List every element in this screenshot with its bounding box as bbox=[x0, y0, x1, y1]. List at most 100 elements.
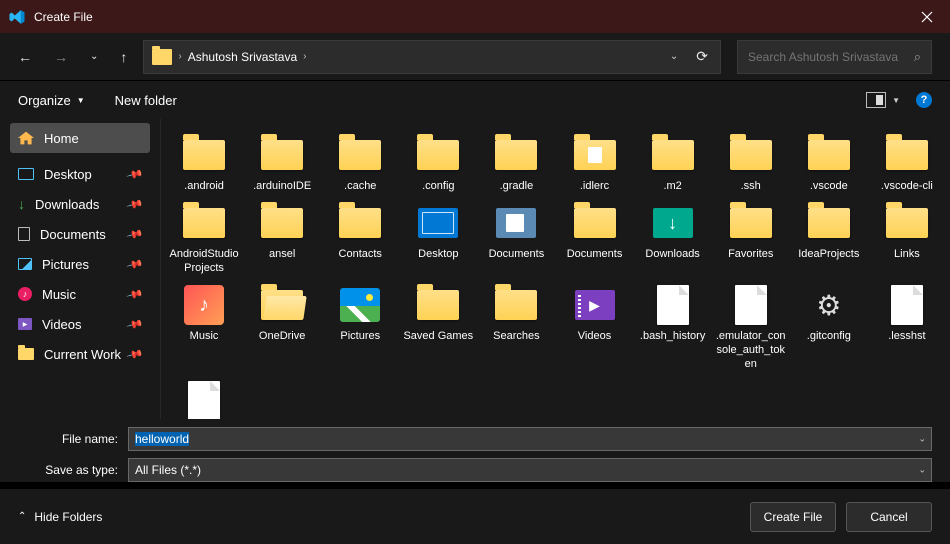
grid-item[interactable]: .emulator_console_auth_token bbox=[714, 279, 788, 375]
grid-item[interactable]: .m2 bbox=[636, 129, 710, 197]
filename-input[interactable] bbox=[128, 427, 932, 451]
view-mode-button[interactable]: ▼ bbox=[866, 92, 900, 108]
sidebar-item-documents[interactable]: Documents📌 bbox=[10, 219, 150, 249]
sidebar-item-home[interactable]: Home bbox=[10, 123, 150, 153]
grid-item[interactable]: ⚙.gitconfig bbox=[792, 279, 866, 375]
search-input[interactable] bbox=[748, 50, 914, 64]
sidebar-item-videos[interactable]: Videos 📌 bbox=[10, 309, 150, 339]
grid-item[interactable]: Links bbox=[870, 197, 944, 279]
item-label: .android bbox=[168, 179, 240, 193]
grid-item[interactable]: ♪Music bbox=[167, 279, 241, 375]
grid-item[interactable]: Contacts bbox=[323, 197, 397, 279]
sidebar-item-pictures[interactable]: Pictures📌 bbox=[10, 249, 150, 279]
music-folder-icon: ♪ bbox=[184, 285, 224, 325]
folder-icon bbox=[417, 290, 459, 320]
grid-item[interactable] bbox=[167, 375, 241, 419]
grid-item[interactable]: .cache bbox=[323, 129, 397, 197]
sidebar-item-current-work[interactable]: Current Work📌 bbox=[10, 339, 150, 369]
file-grid[interactable]: .android .arduinoIDE .cache.config .gradle.… bbox=[160, 119, 950, 419]
sidebar-item-label: Videos bbox=[42, 317, 82, 332]
organize-button[interactable]: Organize ▼ bbox=[18, 93, 85, 108]
chevron-up-icon: ⌃ bbox=[18, 511, 26, 522]
grid-item[interactable]: Pictures bbox=[323, 279, 397, 375]
item-label: .arduinoIDE bbox=[246, 179, 318, 193]
item-label: Documents bbox=[559, 247, 631, 261]
grid-item[interactable]: .bash_history bbox=[636, 279, 710, 375]
downloads-icon: ↓ bbox=[18, 196, 25, 212]
breadcrumb-segment[interactable]: Ashutosh Srivastava bbox=[188, 50, 297, 64]
grid-item[interactable]: Favorites bbox=[714, 197, 788, 279]
navbar: ← → ⌄ ↑ › Ashutosh Srivastava › ⌄ ⟳ ⌕ bbox=[0, 33, 950, 81]
hide-folders-button[interactable]: ⌃ Hide Folders bbox=[18, 510, 102, 524]
item-label: Pictures bbox=[324, 329, 396, 343]
grid-item[interactable]: .vscode bbox=[792, 129, 866, 197]
grid-item[interactable]: .lesshst bbox=[870, 279, 944, 375]
folder-icon bbox=[339, 208, 381, 238]
home-icon bbox=[18, 130, 34, 146]
up-button[interactable]: ↑ bbox=[120, 49, 127, 65]
grid-item[interactable]: ansel bbox=[245, 197, 319, 279]
titlebar: Create File bbox=[0, 0, 950, 33]
new-folder-button[interactable]: New folder bbox=[115, 93, 177, 108]
documents-folder-icon bbox=[496, 208, 536, 238]
folder-icon bbox=[730, 140, 772, 170]
folder-icon bbox=[730, 208, 772, 238]
grid-item[interactable]: Videos bbox=[558, 279, 632, 375]
savetype-label: Save as type: bbox=[18, 463, 128, 477]
recent-dropdown[interactable]: ⌄ bbox=[90, 51, 98, 62]
folder-icon bbox=[495, 290, 537, 320]
grid-item[interactable]: .idlerc bbox=[558, 129, 632, 197]
music-icon bbox=[18, 287, 32, 301]
item-label: .gitconfig bbox=[793, 329, 865, 343]
desktop-icon bbox=[18, 168, 34, 180]
grid-item[interactable]: Documents bbox=[558, 197, 632, 279]
savetype-select[interactable] bbox=[128, 458, 932, 482]
grid-item[interactable]: .ssh bbox=[714, 129, 788, 197]
grid-item[interactable]: Desktop bbox=[401, 197, 475, 279]
grid-item[interactable]: OneDrive bbox=[245, 279, 319, 375]
cancel-button[interactable]: Cancel bbox=[846, 502, 932, 532]
item-label: Desktop bbox=[402, 247, 474, 261]
sidebar-item-desktop[interactable]: Desktop📌 bbox=[10, 159, 150, 189]
forward-button[interactable]: → bbox=[54, 49, 68, 65]
item-label: Searches bbox=[480, 329, 552, 343]
item-label: .m2 bbox=[637, 179, 709, 193]
item-label: Favorites bbox=[715, 247, 787, 261]
grid-item[interactable]: .gradle bbox=[479, 129, 553, 197]
search-icon: ⌕ bbox=[914, 49, 921, 65]
search-box[interactable]: ⌕ bbox=[737, 40, 932, 74]
folder-icon bbox=[183, 140, 225, 170]
item-label: .bash_history bbox=[637, 329, 709, 343]
sidebar-item-music[interactable]: Music📌 bbox=[10, 279, 150, 309]
help-button[interactable]: ? bbox=[916, 92, 932, 108]
item-label: AndroidStudioProjects bbox=[168, 247, 240, 275]
folder-icon bbox=[495, 140, 537, 170]
sidebar-item-label: Documents bbox=[40, 227, 106, 242]
grid-item[interactable]: Saved Games bbox=[401, 279, 475, 375]
path-dropdown[interactable]: ⌄ bbox=[670, 51, 678, 62]
item-label: IdeaProjects bbox=[793, 247, 865, 261]
grid-item[interactable]: .arduinoIDE bbox=[245, 129, 319, 197]
grid-item[interactable]: AndroidStudioProjects bbox=[167, 197, 241, 279]
refresh-button[interactable]: ⟳ bbox=[696, 48, 708, 65]
footer: ⌃ Hide Folders Create File Cancel bbox=[0, 489, 950, 544]
grid-item[interactable]: .android bbox=[167, 129, 241, 197]
grid-item[interactable]: Documents bbox=[479, 197, 553, 279]
grid-item[interactable]: ↓Downloads bbox=[636, 197, 710, 279]
create-file-button[interactable]: Create File bbox=[750, 502, 836, 532]
close-button[interactable] bbox=[904, 0, 950, 33]
item-label: .vscode bbox=[793, 179, 865, 193]
grid-item[interactable]: .vscode-cli bbox=[870, 129, 944, 197]
sidebar-item-downloads[interactable]: ↓Downloads📌 bbox=[10, 189, 150, 219]
videos-icon bbox=[18, 318, 32, 330]
file-icon bbox=[657, 285, 689, 325]
item-label: .gradle bbox=[480, 179, 552, 193]
address-bar[interactable]: › Ashutosh Srivastava › ⌄ ⟳ bbox=[143, 40, 721, 74]
pin-icon: 📌 bbox=[126, 315, 144, 333]
grid-item[interactable]: .config bbox=[401, 129, 475, 197]
back-button[interactable]: ← bbox=[18, 49, 32, 65]
hide-folders-label: Hide Folders bbox=[34, 510, 102, 524]
grid-item[interactable]: Searches bbox=[479, 279, 553, 375]
grid-item[interactable]: IdeaProjects bbox=[792, 197, 866, 279]
item-label: Videos bbox=[559, 329, 631, 343]
